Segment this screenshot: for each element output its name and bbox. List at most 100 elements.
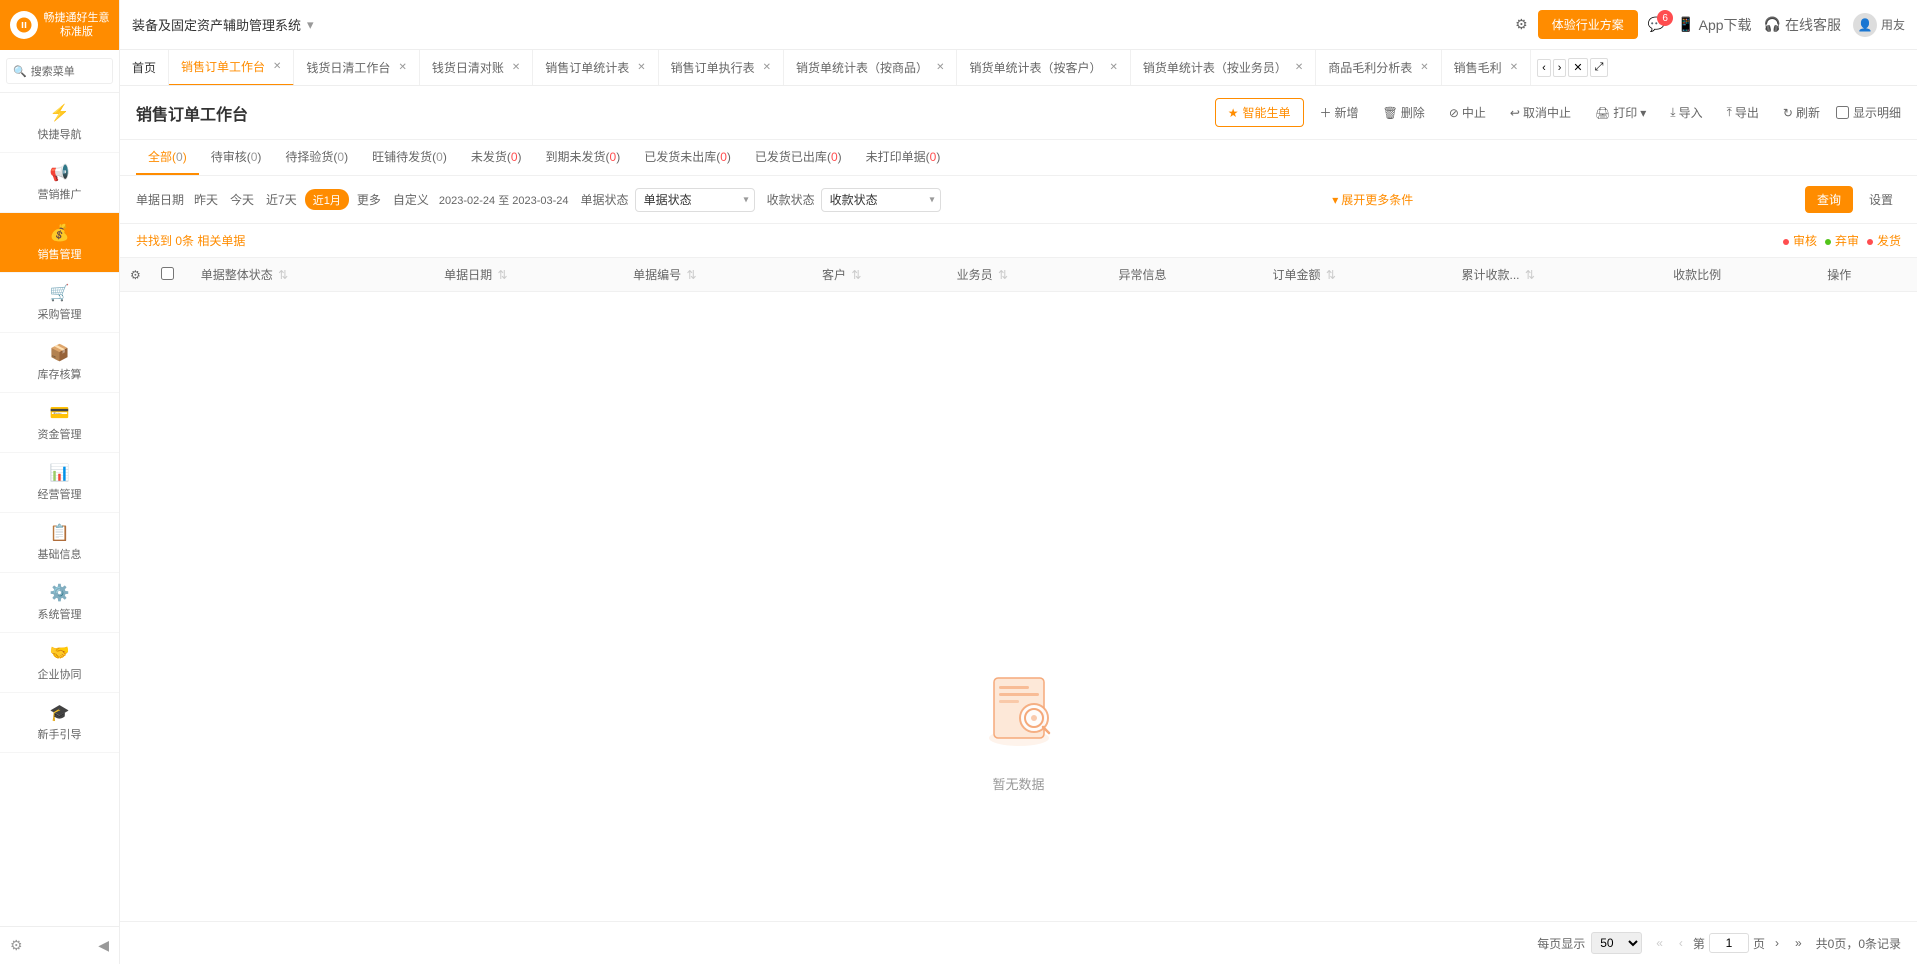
table-wrapper: ⚙ 单据整体状态 ⇅ 单据日期 ⇅	[120, 257, 1917, 529]
tab-close-customer-stats[interactable]: ✕	[1109, 62, 1117, 73]
sidebar-item-purchase[interactable]: 🛒 采购管理	[0, 273, 119, 333]
column-customer[interactable]: 客户 ⇅	[812, 258, 947, 292]
query-button[interactable]: 查询	[1805, 186, 1853, 213]
show-detail-checkbox[interactable]	[1836, 106, 1849, 119]
sidebar-item-system[interactable]: ⚙️ 系统管理	[0, 573, 119, 633]
search-menu-button[interactable]: 🔍 搜索菜单	[6, 58, 113, 84]
audit-button[interactable]: 审核	[1783, 232, 1817, 249]
column-status[interactable]: 单据整体状态 ⇅	[191, 258, 434, 292]
delete-button[interactable]: 🗑 删除	[1375, 99, 1433, 126]
user-menu[interactable]: 👤 用友	[1853, 13, 1905, 37]
column-settings[interactable]: ⚙	[120, 258, 151, 292]
expand-filter-button[interactable]: ▾ 展开更多条件	[1332, 191, 1413, 208]
date-btn-1month[interactable]: 近1月	[305, 189, 349, 210]
subtab-pending-audit[interactable]: 待审核(0)	[199, 140, 274, 175]
tab-customer-stats[interactable]: 销货单统计表（按客户） ✕	[957, 50, 1130, 86]
tab-close-sales-gross[interactable]: ✕	[1510, 62, 1518, 73]
tab-next-button[interactable]: ›	[1553, 59, 1567, 77]
refresh-button[interactable]: ↻ 刷新	[1775, 99, 1828, 126]
column-checkbox-header[interactable]	[151, 258, 191, 292]
tab-sales-workbench[interactable]: 销售订单工作台 ✕	[169, 50, 294, 86]
messages-button[interactable]: 💬 6	[1648, 16, 1665, 33]
page-header: 销售订单工作台 ★ 智能生单 ＋ 新增 🗑 删除 ⊘	[120, 86, 1917, 140]
subtab-all[interactable]: 全部(0)	[136, 140, 199, 175]
tab-maximize-button[interactable]: ⤢	[1590, 58, 1609, 77]
export-button[interactable]: ⤒ 导出	[1719, 99, 1767, 126]
date-btn-more[interactable]: 更多	[353, 189, 385, 210]
column-salesman[interactable]: 业务员 ⇅	[947, 258, 1109, 292]
tab-goods-stats[interactable]: 销货单统计表（按商品） ✕	[784, 50, 957, 86]
date-btn-7days[interactable]: 近7天	[262, 189, 301, 210]
tab-close-order-stats[interactable]: ✕	[637, 62, 645, 73]
subtab-pending-inspect[interactable]: 待择验货(0)	[273, 140, 360, 175]
setting-filter-button[interactable]: 设置	[1861, 186, 1901, 213]
subtab-shipped-out[interactable]: 已发货已出库(0)	[743, 140, 854, 175]
page-prev-button[interactable]: ‹	[1673, 934, 1689, 952]
tab-home[interactable]: 首页	[120, 50, 169, 86]
date-btn-today[interactable]: 今天	[226, 189, 258, 210]
tab-daily-clear[interactable]: 钱货日清工作台 ✕	[294, 50, 419, 86]
smart-order-button[interactable]: ★ 智能生单	[1215, 98, 1304, 127]
date-btn-custom[interactable]: 自定义	[389, 189, 433, 210]
sidebar-item-guide[interactable]: 🎓 新手引导	[0, 693, 119, 753]
payment-select[interactable]: 收款状态	[821, 188, 941, 212]
tab-order-stats[interactable]: 销售订单统计表 ✕	[533, 50, 658, 86]
subtab-overdue-not-shipped[interactable]: 到期未发货(0)	[534, 140, 633, 175]
page-first-button[interactable]: «	[1650, 934, 1669, 952]
tab-order-exec[interactable]: 销售订单执行表 ✕	[659, 50, 784, 86]
column-number[interactable]: 单据编号 ⇅	[623, 258, 812, 292]
column-date[interactable]: 单据日期 ⇅	[434, 258, 623, 292]
cooperation-icon: 🤝	[50, 643, 70, 663]
column-amount[interactable]: 订单金额 ⇅	[1263, 258, 1452, 292]
tab-sales-gross[interactable]: 销售毛利 ✕	[1442, 50, 1531, 86]
subtab-wangpu-ship[interactable]: 旺铺待发货(0)	[360, 140, 459, 175]
sidebar-item-operation[interactable]: 📊 经营管理	[0, 453, 119, 513]
tab-gross-profit[interactable]: 商品毛利分析表 ✕	[1316, 50, 1441, 86]
tab-close-salesman-stats[interactable]: ✕	[1295, 62, 1303, 73]
subtab-not-printed[interactable]: 未打印单据(0)	[854, 140, 953, 175]
date-btn-yesterday[interactable]: 昨天	[190, 189, 222, 210]
subtab-shipped-not-out[interactable]: 已发货未出库(0)	[632, 140, 743, 175]
page-last-button[interactable]: »	[1789, 934, 1808, 952]
user-avatar-icon: 👤	[1853, 13, 1877, 37]
gear-settings-button[interactable]: ⚙	[1515, 16, 1528, 33]
industry-solution-button[interactable]: 体验行业方案	[1538, 10, 1638, 39]
page-number-input[interactable]	[1709, 933, 1749, 953]
tab-close-gross-profit[interactable]: ✕	[1420, 62, 1428, 73]
collapse-button[interactable]: ◀	[98, 937, 109, 954]
settings-button[interactable]: ⚙	[10, 937, 23, 954]
sidebar-item-base-info[interactable]: 📋 基础信息	[0, 513, 119, 573]
void-button[interactable]: 弃审	[1825, 232, 1859, 249]
sidebar-item-sales[interactable]: 💰 销售管理	[0, 213, 119, 273]
import-button[interactable]: ⤓ 导入	[1662, 99, 1710, 126]
per-page-select[interactable]: 50 20 100	[1591, 932, 1642, 954]
add-button[interactable]: ＋ 新增	[1312, 99, 1367, 126]
sidebar-item-marketing[interactable]: 📢 营销推广	[0, 153, 119, 213]
tab-salesman-stats[interactable]: 销货单统计表（按业务员） ✕	[1131, 50, 1316, 86]
stop-icon: ⊘	[1449, 106, 1459, 120]
sidebar-item-finance[interactable]: 💳 资金管理	[0, 393, 119, 453]
sidebar-item-quick-nav[interactable]: ⚡ 快捷导航	[0, 93, 119, 153]
cancel-stop-button[interactable]: ↩ 取消中止	[1502, 99, 1579, 126]
select-all-checkbox[interactable]	[161, 267, 174, 280]
show-detail-checkbox-label[interactable]: 显示明细	[1836, 104, 1901, 121]
tab-close-daily-clear[interactable]: ✕	[398, 62, 406, 73]
column-collected[interactable]: 累计收款... ⇅	[1452, 258, 1664, 292]
tab-close-order-exec[interactable]: ✕	[763, 62, 771, 73]
page-next-button[interactable]: ›	[1769, 934, 1785, 952]
tab-prev-button[interactable]: ‹	[1537, 59, 1551, 77]
send-button[interactable]: 发货	[1867, 232, 1901, 249]
subtab-not-shipped[interactable]: 未发货(0)	[459, 140, 534, 175]
online-service-button[interactable]: 🎧 在线客服	[1764, 15, 1841, 35]
sidebar-item-inventory[interactable]: 📦 库存核算	[0, 333, 119, 393]
tab-reconcile[interactable]: 钱货日清对账 ✕	[420, 50, 533, 86]
stop-button[interactable]: ⊘ 中止	[1441, 99, 1494, 126]
app-download-button[interactable]: 📱 App下载	[1677, 15, 1751, 35]
print-button[interactable]: 🖨 打印 ▾	[1587, 99, 1654, 126]
tab-close-all-button[interactable]: ✕	[1568, 58, 1587, 77]
sidebar-item-cooperation[interactable]: 🤝 企业协同	[0, 633, 119, 693]
tab-close-reconcile[interactable]: ✕	[512, 62, 520, 73]
tab-close-goods-stats[interactable]: ✕	[936, 62, 944, 73]
status-select[interactable]: 单据状态	[635, 188, 755, 212]
tab-close-sales-workbench[interactable]: ✕	[273, 61, 281, 72]
